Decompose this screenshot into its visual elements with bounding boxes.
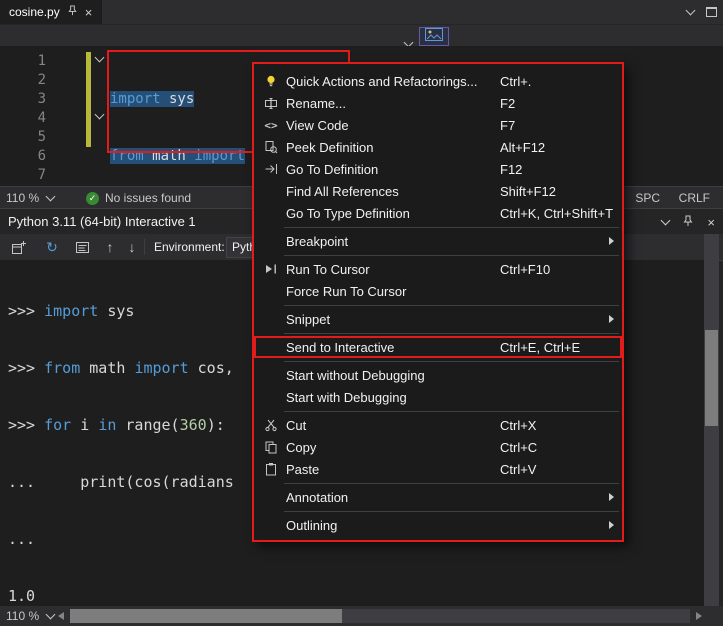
menu-item-outlining[interactable]: Outlining xyxy=(254,514,622,536)
interactive-zoom-control[interactable]: 110 % xyxy=(6,606,54,626)
context-menu: Quick Actions and Refactorings... Ctrl+.… xyxy=(252,62,624,542)
submenu-arrow-icon xyxy=(609,315,614,323)
fold-chevron-icon[interactable] xyxy=(95,110,105,120)
clear-screen-icon[interactable] xyxy=(74,239,90,255)
environment-label: Environment: xyxy=(154,240,225,254)
menu-item-annotation[interactable]: Annotation xyxy=(254,486,622,508)
change-tracking-bar xyxy=(86,52,91,147)
history-previous-icon[interactable]: ↑ xyxy=(102,239,118,255)
menu-item-view-code[interactable]: <> View Code F7 xyxy=(254,114,622,136)
line-number: 3 xyxy=(0,90,46,109)
scroll-left-arrow-icon[interactable] xyxy=(58,612,64,620)
tab-cosine-py[interactable]: cosine.py × xyxy=(0,0,102,24)
document-list-dropdown-icon[interactable] xyxy=(686,6,696,16)
menu-item-run-to-cursor[interactable]: Run To Cursor Ctrl+F10 xyxy=(254,258,622,280)
window-position-icon[interactable] xyxy=(661,216,671,226)
menu-item-rename[interactable]: Rename... F2 xyxy=(254,92,622,114)
reset-icon[interactable]: ↻ xyxy=(44,239,60,255)
line-number: 2 xyxy=(0,71,46,90)
copy-icon xyxy=(258,440,284,454)
submenu-arrow-icon xyxy=(609,237,614,245)
submenu-arrow-icon xyxy=(609,521,614,529)
zoom-value: 110 % xyxy=(6,191,39,205)
menu-item-force-run-to-cursor[interactable]: Force Run To Cursor xyxy=(254,280,622,302)
history-next-icon[interactable]: ↓ xyxy=(124,239,140,255)
fold-chevron-icon[interactable] xyxy=(95,53,105,63)
line-number: 1 xyxy=(0,52,46,71)
line-number: 7 xyxy=(0,166,46,185)
line-number: 4 xyxy=(0,109,46,128)
zoom-value: 110 % xyxy=(6,609,39,623)
menu-separator xyxy=(284,227,619,228)
editor-toolbar xyxy=(0,25,723,47)
vertical-scrollbar[interactable] xyxy=(704,234,719,606)
interactive-bottom-bar: 110 % xyxy=(0,606,723,626)
menu-item-snippet[interactable]: Snippet xyxy=(254,308,622,330)
vs-window: cosine.py × 1 2 3 4 5 6 7 import sys xyxy=(0,0,723,626)
horizontal-scrollbar[interactable] xyxy=(70,609,690,623)
menu-item-start-without-debugging[interactable]: Start without Debugging xyxy=(254,364,622,386)
menu-separator xyxy=(284,411,619,412)
line-number: 5 xyxy=(0,128,46,147)
menu-separator xyxy=(284,255,619,256)
tab-label: cosine.py xyxy=(9,5,60,19)
run-to-cursor-icon xyxy=(258,262,284,276)
code-line-2: from math import xyxy=(110,147,253,166)
code-line-1: import sys xyxy=(110,90,253,109)
menu-item-go-to-definition[interactable]: Go To Definition F12 xyxy=(254,158,622,180)
menu-separator xyxy=(284,483,619,484)
toolbar-separator xyxy=(144,239,145,255)
menu-separator xyxy=(284,305,619,306)
scrollbar-thumb[interactable] xyxy=(70,609,342,623)
menu-item-go-to-type-definition[interactable]: Go To Type Definition Ctrl+K, Ctrl+Shift… xyxy=(254,202,622,224)
pin-icon[interactable] xyxy=(682,215,694,230)
view-code-icon: <> xyxy=(258,119,284,132)
close-icon[interactable]: × xyxy=(707,216,715,229)
submenu-arrow-icon xyxy=(609,493,614,501)
menu-separator xyxy=(284,511,619,512)
document-health-indicator[interactable]: ✓ No issues found xyxy=(86,187,191,209)
repl-output: 1.0 xyxy=(8,587,704,606)
menu-item-send-to-interactive[interactable]: Send to Interactive Ctrl+E, Ctrl+E xyxy=(254,336,622,358)
python-interactive-button[interactable] xyxy=(419,27,449,46)
paste-icon xyxy=(258,462,284,476)
chevron-down-icon xyxy=(46,192,56,202)
menu-item-start-with-debugging[interactable]: Start with Debugging xyxy=(254,386,622,408)
menu-item-paste[interactable]: Paste Ctrl+V xyxy=(254,458,622,480)
line-ending-indicator[interactable]: CRLF xyxy=(679,191,710,205)
cut-icon xyxy=(258,418,284,432)
line-number: 6 xyxy=(0,147,46,166)
image-icon xyxy=(425,28,443,46)
menu-item-find-all-references[interactable]: Find All References Shift+F12 xyxy=(254,180,622,202)
scroll-right-arrow-icon[interactable] xyxy=(696,612,702,620)
close-tab-icon[interactable]: × xyxy=(85,6,93,19)
menu-item-breakpoint[interactable]: Breakpoint xyxy=(254,230,622,252)
menu-separator xyxy=(284,333,619,334)
menu-item-cut[interactable]: Cut Ctrl+X xyxy=(254,414,622,436)
go-to-definition-icon xyxy=(258,162,284,176)
interactive-window-title: Python 3.11 (64-bit) Interactive 1 xyxy=(8,214,196,229)
health-text: No issues found xyxy=(105,191,191,205)
document-tab-bar: cosine.py × xyxy=(0,0,723,25)
scrollbar-thumb[interactable] xyxy=(705,330,718,426)
editor-zoom-control[interactable]: 110 % xyxy=(6,187,54,209)
line-number-gutter[interactable]: 1 2 3 4 5 6 7 xyxy=(0,52,46,185)
peek-definition-icon xyxy=(258,140,284,154)
pin-icon[interactable] xyxy=(67,5,78,19)
window-icon[interactable] xyxy=(706,7,717,17)
menu-item-peek-definition[interactable]: Peek Definition Alt+F12 xyxy=(254,136,622,158)
menu-separator xyxy=(284,361,619,362)
check-icon: ✓ xyxy=(86,192,99,205)
lightbulb-icon xyxy=(258,74,284,88)
new-window-icon[interactable] xyxy=(10,239,26,255)
menu-item-copy[interactable]: Copy Ctrl+C xyxy=(254,436,622,458)
whitespace-indicator[interactable]: SPC xyxy=(635,191,660,205)
rename-icon xyxy=(258,96,284,110)
menu-item-quick-actions[interactable]: Quick Actions and Refactorings... Ctrl+. xyxy=(254,70,622,92)
chevron-down-icon xyxy=(46,610,56,620)
